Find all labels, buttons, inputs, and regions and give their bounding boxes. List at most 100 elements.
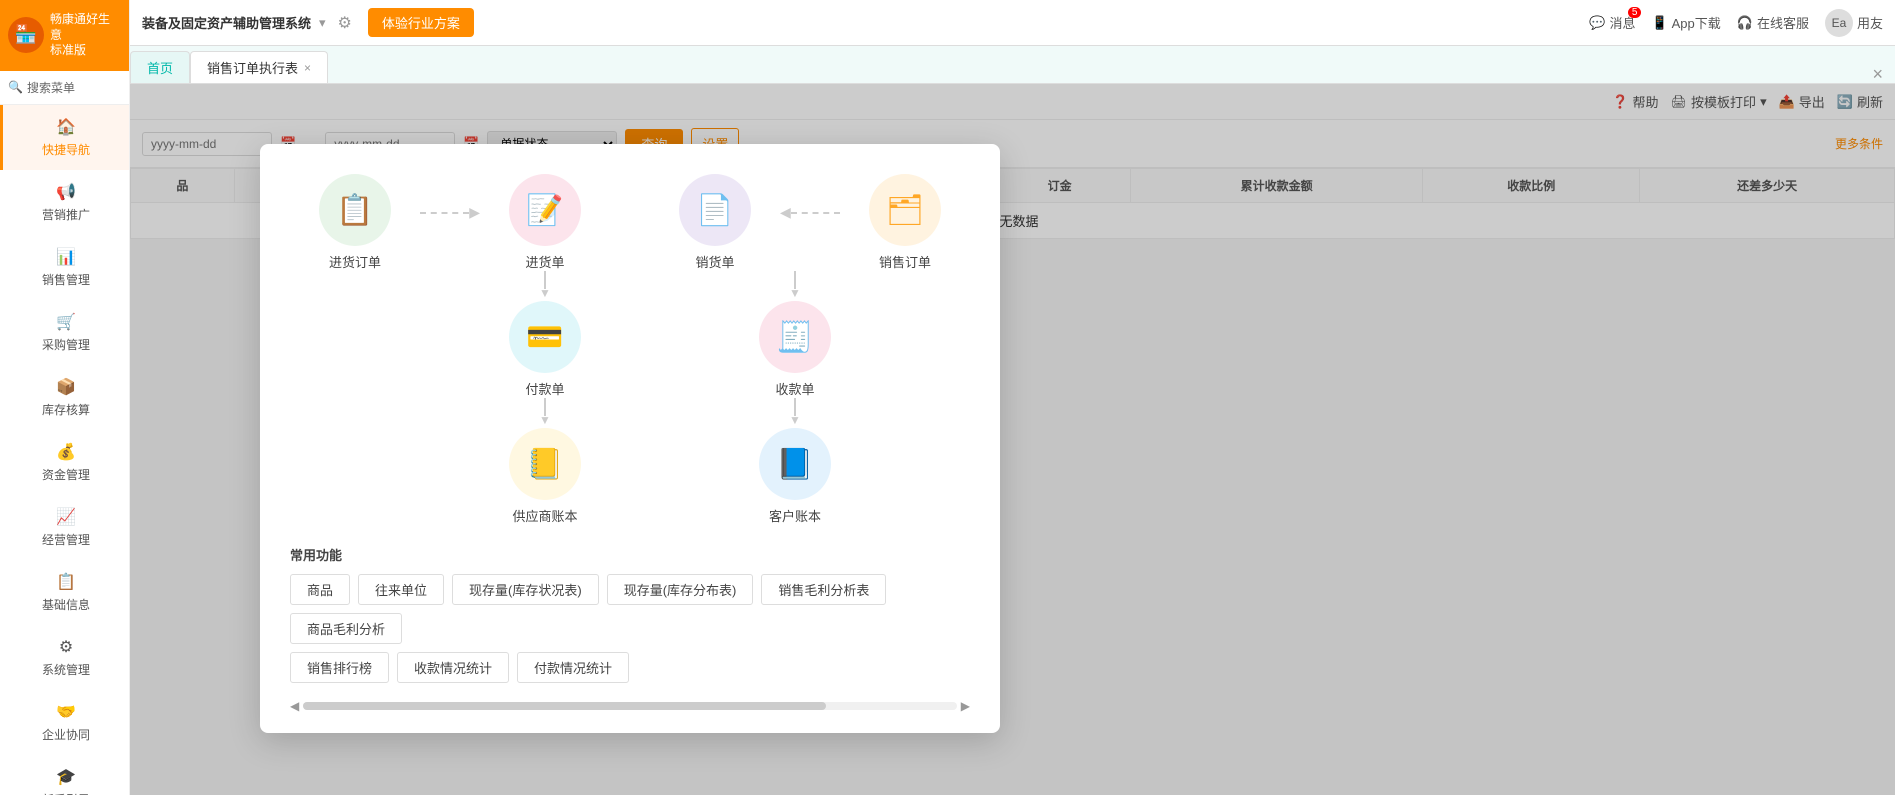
sidebar-item-label: 营销推广	[42, 206, 90, 223]
sales-order-label: 销售订单	[879, 252, 931, 271]
logo-line2: 标准版	[50, 43, 121, 59]
sales-order-circle: 🗂	[869, 174, 941, 246]
system-icon: ⚙	[59, 637, 73, 657]
tabs-bar-close-icon[interactable]: ×	[1872, 65, 1895, 83]
common-btn-receipt-stats[interactable]: 收款情况统计	[397, 652, 509, 683]
sidebar-item-quick-nav[interactable]: 🏠 快捷导航	[0, 105, 129, 170]
sidebar-item-label: 新手引导	[42, 791, 90, 795]
marketing-icon: 📢	[56, 182, 76, 202]
sidebar-logo: 🏪 畅康通好生意 标准版	[0, 0, 129, 71]
sidebar-item-enterprise[interactable]: 🤝 企业协同	[0, 690, 129, 755]
sidebar-item-label: 经营管理	[42, 531, 90, 548]
customer-ledger-node[interactable]: 📘 客户账本	[730, 428, 860, 525]
purchase-bill-node[interactable]: 📝 进货单	[480, 174, 610, 271]
supplier-ledger-label: 供应商账本	[512, 506, 577, 525]
tabs-bar: 首页 销售订单执行表 × ×	[130, 46, 1895, 84]
payment-bill-label: 付款单	[525, 379, 564, 398]
sidebar-item-system[interactable]: ⚙ 系统管理	[0, 625, 129, 690]
receipt-bill-icon: 🧾	[776, 320, 813, 355]
sales-bill-label: 销货单	[695, 252, 734, 271]
sidebar-item-newbie[interactable]: 🎓 新手引导	[0, 755, 129, 795]
scrollbar-track[interactable]	[303, 702, 957, 710]
sidebar-item-inventory[interactable]: 📦 库存核算	[0, 365, 129, 430]
tab-sales-order-label: 销售订单执行表	[207, 58, 298, 77]
sidebar-item-label: 采购管理	[42, 336, 90, 353]
quick-nav-icon: 🏠	[56, 117, 76, 137]
app-download-label: App下载	[1672, 13, 1721, 32]
sidebar-item-label: 基础信息	[42, 596, 90, 613]
receipt-bill-circle: 🧾	[759, 301, 831, 373]
sidebar-search-label: 搜索菜单	[27, 79, 75, 96]
supplier-ledger-icon: 📒	[526, 447, 563, 482]
common-btn-sales-profit[interactable]: 销售毛利分析表	[761, 574, 886, 605]
common-btn-stock-dist[interactable]: 现存量(库存分布表)	[607, 574, 754, 605]
scrollbar-thumb[interactable]	[303, 702, 826, 710]
svg-text:🏪: 🏪	[15, 23, 37, 44]
sidebar-item-label: 销售管理	[42, 271, 90, 288]
sidebar-search[interactable]: 🔍 搜索菜单	[0, 71, 129, 105]
common-buttons-group2: 销售排行榜 收款情况统计 付款情况统计	[290, 652, 970, 683]
sales-order-node[interactable]: 🗂 销售订单	[840, 174, 970, 271]
common-btn-payment-stats[interactable]: 付款情况统计	[517, 652, 629, 683]
sidebar-item-label: 资金管理	[42, 466, 90, 483]
purchase-order-circle: 📋	[319, 174, 391, 246]
scrollbar-right-arrow[interactable]: ▶	[961, 699, 970, 713]
inventory-icon: 📦	[56, 377, 76, 397]
common-btn-sales-rank[interactable]: 销售排行榜	[290, 652, 389, 683]
finance-icon: 💰	[56, 442, 76, 462]
newbie-icon: 🎓	[56, 767, 76, 787]
operations-icon: 📈	[56, 507, 76, 527]
logo-line1: 畅康通好生意	[50, 12, 121, 43]
download-icon: 📱	[1651, 15, 1667, 31]
tab-close-icon[interactable]: ×	[304, 61, 311, 75]
receipt-bill-node[interactable]: 🧾 收款单	[730, 301, 860, 398]
service-icon: 🎧	[1737, 15, 1753, 31]
online-service-button[interactable]: 🎧 在线客服	[1737, 13, 1809, 32]
purchase-icon: 🛒	[56, 312, 76, 332]
app-download-button[interactable]: 📱 App下载	[1651, 13, 1720, 32]
common-buttons-group: 商品 往来单位 现存量(库存状况表) 现存量(库存分布表) 销售毛利分析表 商品…	[290, 574, 970, 644]
purchase-bill-icon: 📝	[526, 193, 563, 228]
message-icon: 💬	[1589, 15, 1605, 31]
tab-home[interactable]: 首页	[130, 51, 190, 83]
try-industry-button[interactable]: 体验行业方案	[368, 8, 474, 37]
sidebar-item-purchase[interactable]: 🛒 采购管理	[0, 300, 129, 365]
basic-info-icon: 📋	[56, 572, 76, 592]
purchase-order-node[interactable]: 📋 进货订单	[290, 174, 420, 271]
sidebar-item-marketing[interactable]: 📢 营销推广	[0, 170, 129, 235]
payment-bill-icon: 💳	[526, 320, 563, 355]
sales-order-icon: 🗂	[886, 193, 924, 228]
sales-bill-icon: 📄	[696, 193, 733, 228]
logo-icon: 🏪	[8, 17, 44, 53]
dropdown-arrow-icon[interactable]: ▾	[319, 15, 326, 31]
sidebar-item-finance[interactable]: 💰 资金管理	[0, 430, 129, 495]
settings-gear-icon[interactable]: ⚙	[338, 13, 352, 33]
payment-bill-node[interactable]: 💳 付款单	[480, 301, 610, 398]
service-label: 在线客服	[1757, 13, 1809, 32]
common-btn-goods-profit[interactable]: 商品毛利分析	[290, 613, 402, 644]
content-area: ❓ 帮助 🖨 按模板打印 ▾ 📤 导出 🔄 刷新	[130, 84, 1895, 795]
supplier-ledger-node[interactable]: 📒 供应商账本	[480, 428, 610, 525]
sidebar-item-label: 企业协同	[42, 726, 90, 743]
sidebar-item-sales[interactable]: 📊 销售管理	[0, 235, 129, 300]
sidebar-item-operations[interactable]: 📈 经营管理	[0, 495, 129, 560]
receipt-bill-label: 收款单	[775, 379, 814, 398]
scrollbar-left-arrow[interactable]: ◀	[290, 699, 299, 713]
message-button[interactable]: 💬 消息 5	[1589, 13, 1635, 32]
purchase-bill-label: 进货单	[525, 252, 564, 271]
sales-bill-node[interactable]: 📄 销货单	[650, 174, 780, 271]
purchase-bill-circle: 📝	[509, 174, 581, 246]
system-title: 装备及固定资产辅助管理系统	[142, 13, 311, 32]
common-functions-title: 常用功能	[290, 545, 970, 564]
supplier-ledger-circle: 📒	[509, 428, 581, 500]
common-btn-goods[interactable]: 商品	[290, 574, 350, 605]
common-btn-contacts[interactable]: 往来单位	[358, 574, 444, 605]
message-badge: 5	[1628, 7, 1642, 18]
sidebar-item-basic-info[interactable]: 📋 基础信息	[0, 560, 129, 625]
user-menu[interactable]: Ea 用友	[1825, 9, 1883, 37]
search-icon: 🔍	[8, 80, 23, 94]
tab-sales-order[interactable]: 销售订单执行表 ×	[190, 51, 328, 83]
user-name: 用友	[1857, 13, 1883, 32]
payment-bill-circle: 💳	[509, 301, 581, 373]
common-btn-stock-status[interactable]: 现存量(库存状况表)	[452, 574, 599, 605]
